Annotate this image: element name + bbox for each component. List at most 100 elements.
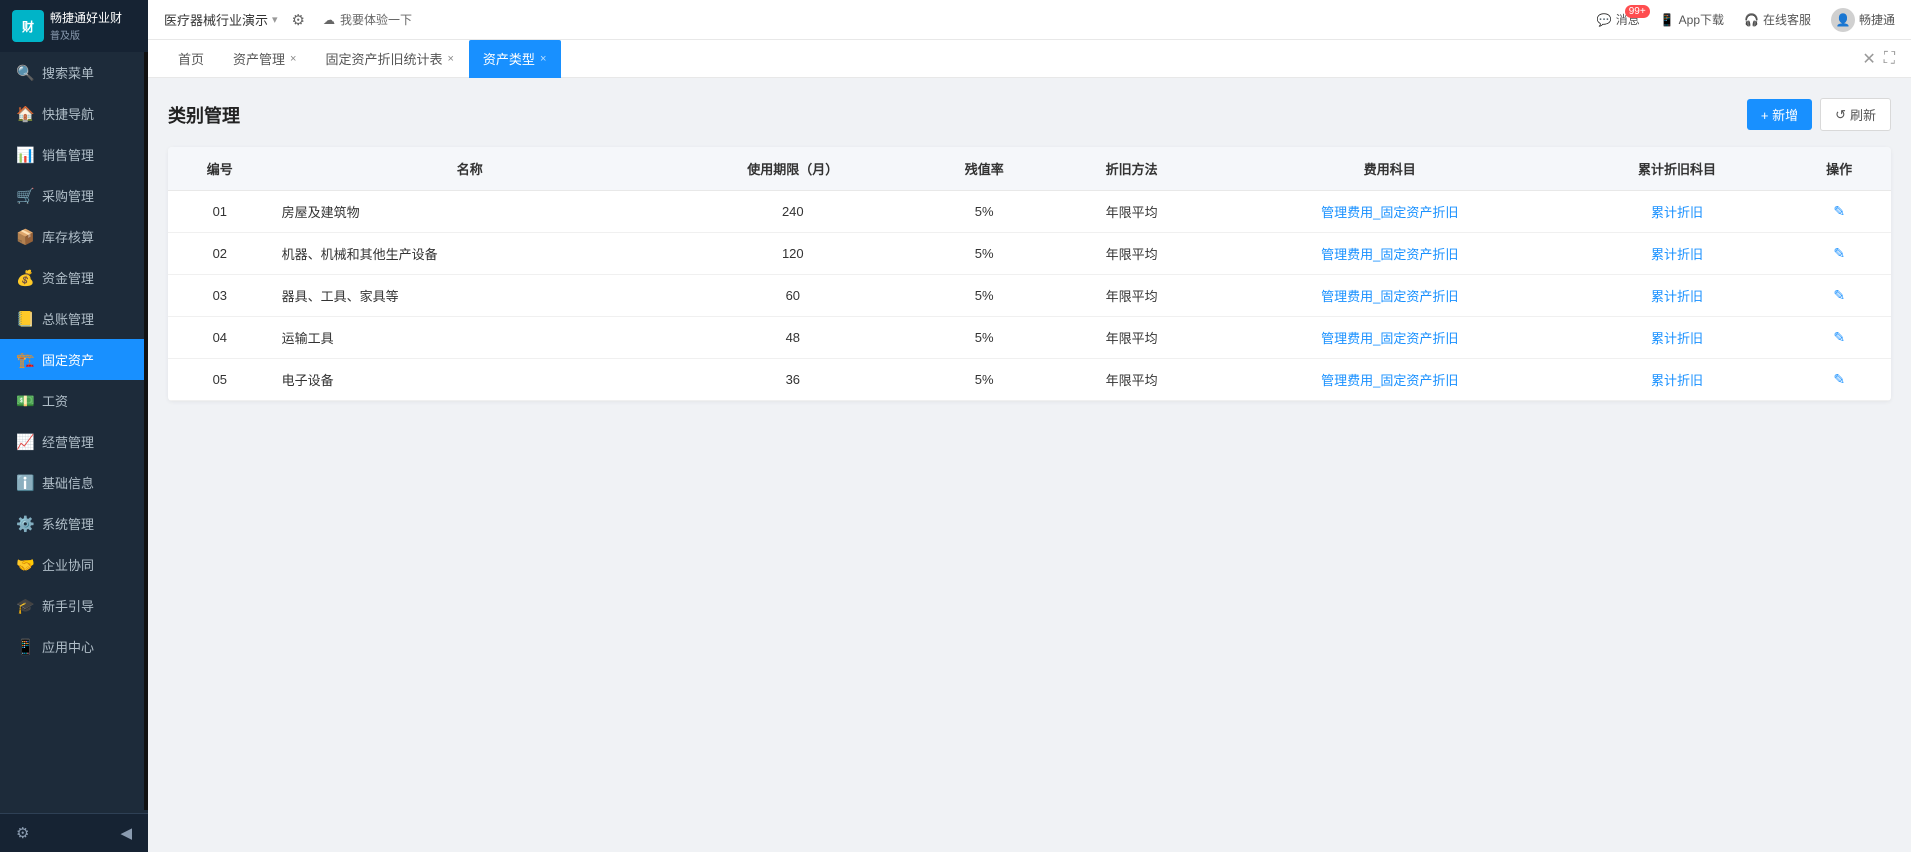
cell-op-2[interactable]: ✎ [1787, 275, 1891, 317]
sidebar-icon-ledger: 📒 [16, 310, 34, 328]
cell-period-1: 120 [668, 233, 918, 275]
sidebar-label-guide: 新手引导 [42, 596, 94, 615]
col-header-4: 折旧方法 [1051, 147, 1213, 191]
app-download-label: App下载 [1679, 11, 1724, 28]
sidebar-icon-search: 🔍 [16, 64, 34, 82]
collapse-icon[interactable]: ◀ [120, 824, 132, 842]
cell-code-2: 03 [168, 275, 272, 317]
sidebar-label-fixed-asset: 固定资产 [42, 350, 94, 369]
sidebar-item-fixed-asset[interactable]: 🏗️ 固定资产 [0, 339, 148, 380]
sidebar-label-app-center: 应用中心 [42, 637, 94, 656]
app-logo-text-group: 畅捷通好业财 普及版 [50, 10, 122, 42]
col-header-6: 累计折旧科目 [1567, 147, 1788, 191]
cell-code-3: 04 [168, 317, 272, 359]
company-name: 医疗器械行业演示 [164, 10, 268, 29]
sidebar-icon-operations: 📈 [16, 433, 34, 451]
cell-residual-3: 5% [918, 317, 1051, 359]
tab-close-asset-mgmt[interactable]: × [290, 53, 296, 65]
cell-period-2: 60 [668, 275, 918, 317]
sidebar-item-system[interactable]: ⚙️ 系统管理 [0, 503, 148, 544]
cell-op-0[interactable]: ✎ [1787, 191, 1891, 233]
tab-close-depreciation-table[interactable]: × [447, 53, 453, 65]
sidebar-icon-payroll: 💵 [16, 392, 34, 410]
col-header-3: 残值率 [918, 147, 1051, 191]
col-header-7: 操作 [1787, 147, 1891, 191]
table-row: 05电子设备365%年限平均管理费用_固定资产折旧累计折旧✎ [168, 359, 1891, 401]
message-item[interactable]: 💬 消息 99+ [1597, 11, 1640, 28]
close-tab-icon[interactable]: ✕ [1862, 49, 1875, 69]
online-service-item[interactable]: 🎧 在线客服 [1744, 11, 1811, 28]
refresh-button[interactable]: ↺ 刷新 [1820, 98, 1891, 131]
col-header-2: 使用期限（月） [668, 147, 918, 191]
asset-type-table: 编号名称使用期限（月）残值率折旧方法费用科目累计折旧科目操作 01房屋及建筑物2… [168, 147, 1891, 401]
new-button[interactable]: + 新增 [1747, 99, 1812, 130]
cell-accum-0[interactable]: 累计折旧 [1567, 191, 1788, 233]
sidebar-footer: ⚙ ◀ [0, 813, 148, 852]
col-header-0: 编号 [168, 147, 272, 191]
cell-name-2: 器具、工具、家具等 [272, 275, 668, 317]
cell-op-4[interactable]: ✎ [1787, 359, 1891, 401]
cell-expense-0[interactable]: 管理费用_固定资产折旧 [1213, 191, 1567, 233]
sidebar-icon-purchase: 🛒 [16, 187, 34, 205]
tab-label-home: 首页 [178, 49, 204, 68]
cell-accum-4[interactable]: 累计折旧 [1567, 359, 1788, 401]
sidebar-item-guide[interactable]: 🎓 新手引导 [0, 585, 148, 626]
table-body: 01房屋及建筑物2405%年限平均管理费用_固定资产折旧累计折旧✎02机器、机械… [168, 191, 1891, 401]
tab-asset-mgmt[interactable]: 资产管理× [219, 40, 311, 78]
tab-asset-type[interactable]: 资产类型× [469, 40, 561, 78]
expand-tab-icon[interactable]: ⛶ [1884, 50, 1895, 68]
cell-name-4: 电子设备 [272, 359, 668, 401]
cell-residual-2: 5% [918, 275, 1051, 317]
sidebar-item-basic-info[interactable]: ℹ️ 基础信息 [0, 462, 148, 503]
user-item[interactable]: 👤 畅捷通 [1831, 8, 1895, 32]
tab-depreciation-table[interactable]: 固定资产折旧统计表× [311, 40, 468, 78]
tabs-bar: 首页资产管理×固定资产折旧统计表×资产类型× ✕ ⛶ [148, 40, 1911, 78]
sidebar-icon-inventory: 📦 [16, 228, 34, 246]
cell-accum-3[interactable]: 累计折旧 [1567, 317, 1788, 359]
sidebar-label-payroll: 工资 [42, 391, 68, 410]
sidebar-item-ledger[interactable]: 📒 总账管理 [0, 298, 148, 339]
cell-method-3: 年限平均 [1051, 317, 1213, 359]
sidebar-item-quick-nav[interactable]: 🏠 快捷导航 [0, 93, 148, 134]
sidebar-icon-capital: 💰 [16, 269, 34, 287]
sidebar-item-capital[interactable]: 💰 资金管理 [0, 257, 148, 298]
cell-method-0: 年限平均 [1051, 191, 1213, 233]
username-label: 畅捷通 [1859, 11, 1895, 28]
cell-code-4: 05 [168, 359, 272, 401]
settings-icon[interactable]: ⚙ [16, 824, 29, 842]
cell-expense-1[interactable]: 管理费用_固定资产折旧 [1213, 233, 1567, 275]
cell-expense-4[interactable]: 管理费用_固定资产折旧 [1213, 359, 1567, 401]
data-table-container: 编号名称使用期限（月）残值率折旧方法费用科目累计折旧科目操作 01房屋及建筑物2… [168, 147, 1891, 401]
cell-expense-2[interactable]: 管理费用_固定资产折旧 [1213, 275, 1567, 317]
cell-op-3[interactable]: ✎ [1787, 317, 1891, 359]
cell-residual-1: 5% [918, 233, 1051, 275]
sidebar-item-enterprise[interactable]: 🤝 企业协同 [0, 544, 148, 585]
sidebar-label-ledger: 总账管理 [42, 309, 94, 328]
tab-close-asset-type[interactable]: × [540, 53, 546, 65]
cell-name-1: 机器、机械和其他生产设备 [272, 233, 668, 275]
sidebar-icon-quick-nav: 🏠 [16, 105, 34, 123]
sidebar-item-search[interactable]: 🔍 搜索菜单 [0, 52, 148, 93]
cell-accum-1[interactable]: 累计折旧 [1567, 233, 1788, 275]
cell-residual-4: 5% [918, 359, 1051, 401]
sidebar-item-payroll[interactable]: 💵 工资 [0, 380, 148, 421]
page-header: 类别管理 + 新增 ↺ 刷新 [168, 98, 1891, 131]
app-download-item[interactable]: 📱 App下载 [1660, 11, 1724, 28]
experience-button[interactable]: ☁ 我要体验一下 [323, 11, 412, 28]
sidebar-item-sales[interactable]: 📊 销售管理 [0, 134, 148, 175]
cell-expense-3[interactable]: 管理费用_固定资产折旧 [1213, 317, 1567, 359]
topbar-settings-icon[interactable]: ⚙ [292, 11, 305, 29]
sidebar-item-app-center[interactable]: 📱 应用中心 [0, 626, 148, 667]
sidebar-item-inventory[interactable]: 📦 库存核算 [0, 216, 148, 257]
cell-accum-2[interactable]: 累计折旧 [1567, 275, 1788, 317]
sidebar-item-purchase[interactable]: 🛒 采购管理 [0, 175, 148, 216]
online-service-icon: 🎧 [1744, 13, 1759, 27]
tab-home[interactable]: 首页 [164, 40, 219, 78]
table-row: 02机器、机械和其他生产设备1205%年限平均管理费用_固定资产折旧累计折旧✎ [168, 233, 1891, 275]
page-actions: + 新增 ↺ 刷新 [1747, 98, 1891, 131]
col-header-5: 费用科目 [1213, 147, 1567, 191]
sidebar-label-sales: 销售管理 [42, 145, 94, 164]
company-selector[interactable]: 医疗器械行业演示 ▾ [164, 10, 278, 29]
cell-op-1[interactable]: ✎ [1787, 233, 1891, 275]
sidebar-item-operations[interactable]: 📈 经营管理 [0, 421, 148, 462]
